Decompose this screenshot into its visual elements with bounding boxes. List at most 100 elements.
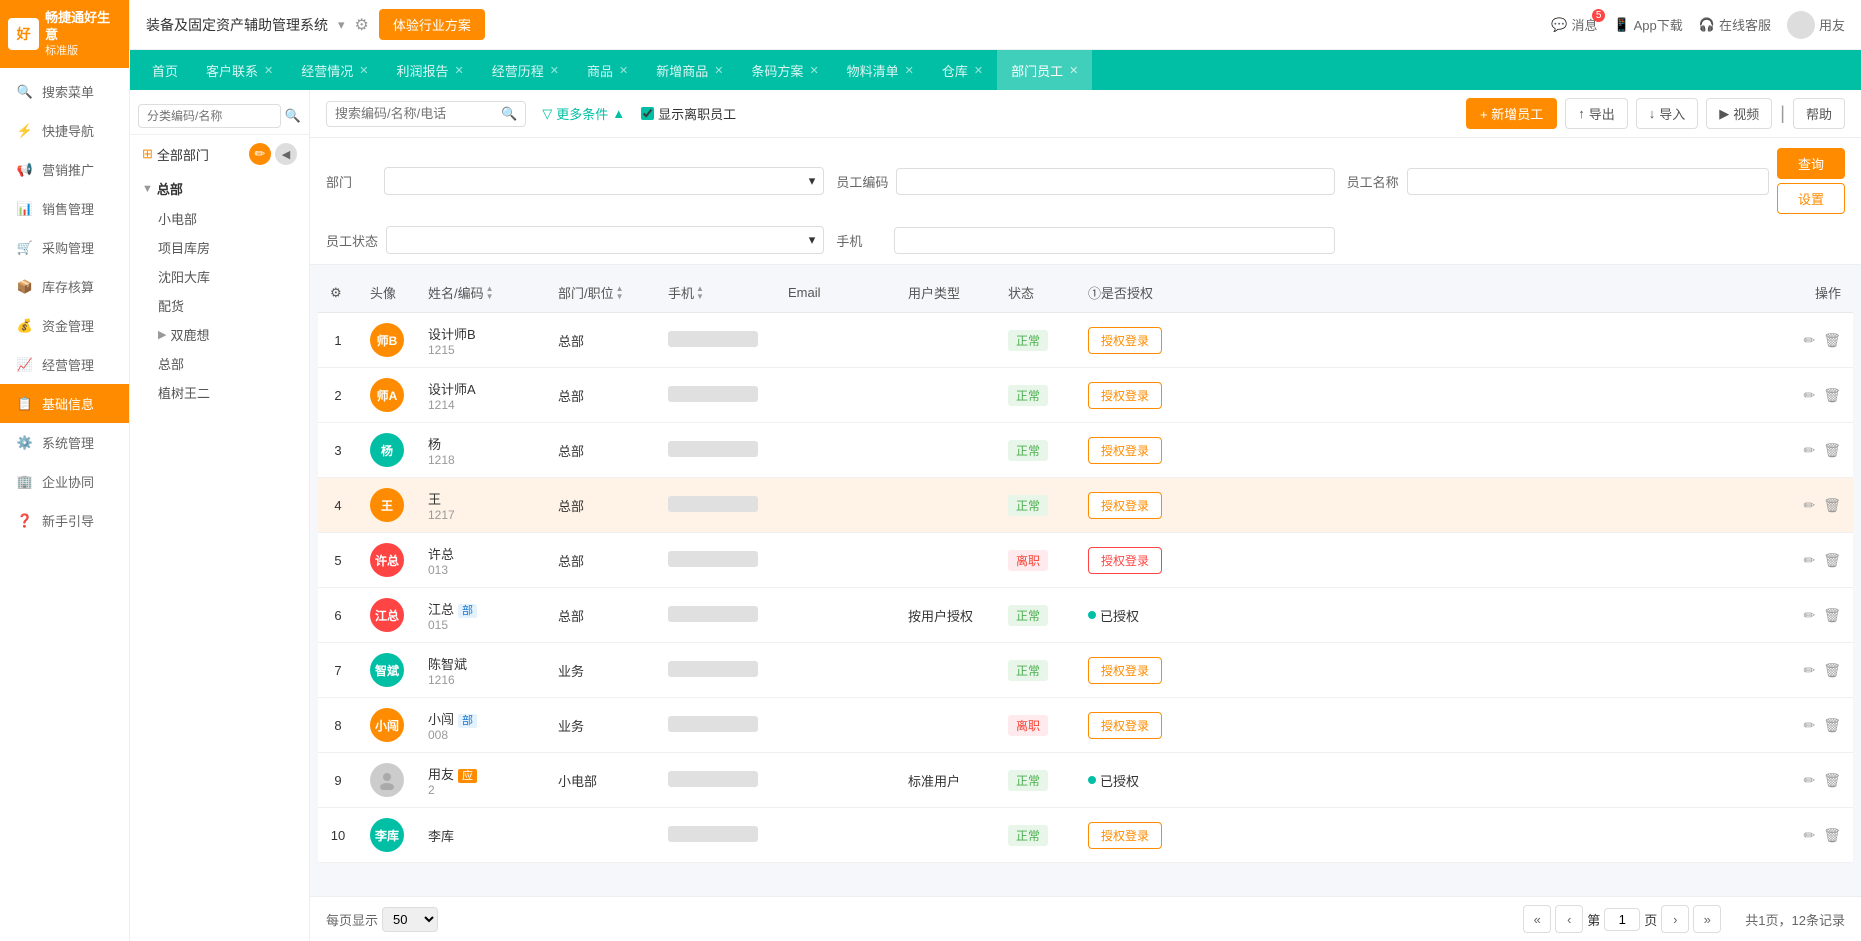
tab-operations-close[interactable]: ✕ [359, 64, 368, 77]
trial-button[interactable]: 体验行业方案 [379, 9, 485, 40]
edit-icon[interactable]: ✏ [1803, 497, 1815, 514]
export-button[interactable]: ↑ 导出 [1565, 98, 1628, 129]
dept-tree-item-shenyang[interactable]: 沈阳大库 [150, 262, 305, 291]
dept-edit-icon[interactable]: ✏ [249, 143, 271, 165]
show-resigned-checkbox[interactable]: 显示离职员工 [641, 104, 736, 123]
edit-icon[interactable]: ✏ [1803, 717, 1815, 734]
delete-icon[interactable]: 🗑 [1823, 662, 1841, 679]
tab-warehouse[interactable]: 仓库✕ [928, 50, 997, 90]
sidebar-item-sales[interactable]: 📊 销售管理 [0, 189, 129, 228]
dept-tree-item-shuanglu[interactable]: ▶ 双鹿想 [150, 320, 305, 349]
dept-tree-item-head[interactable]: ▼ 总部 [134, 173, 305, 204]
system-dropdown-icon[interactable]: ▾ [338, 17, 345, 33]
search-input[interactable] [335, 106, 495, 121]
set-button[interactable]: 设置 [1777, 183, 1845, 214]
last-page-btn[interactable]: » [1693, 905, 1721, 933]
edit-icon[interactable]: ✏ [1803, 442, 1815, 459]
tab-customer-close[interactable]: ✕ [264, 64, 273, 77]
emp-code-input[interactable] [896, 168, 1334, 195]
help-button[interactable]: 帮助 [1793, 98, 1845, 129]
dept-tree-item-zhishu[interactable]: 植树王二 [150, 378, 305, 407]
tab-barcode[interactable]: 条码方案✕ [737, 50, 832, 90]
auth-login-btn[interactable]: 授权登录 [1088, 547, 1162, 574]
sidebar-item-operations[interactable]: 📈 经营管理 [0, 345, 129, 384]
sidebar-item-quick[interactable]: ⚡ 快捷导航 [0, 111, 129, 150]
sidebar-item-search[interactable]: 🔍 搜索菜单 [0, 72, 129, 111]
tab-add-goods[interactable]: 新增商品✕ [642, 50, 737, 90]
tab-warehouse-close[interactable]: ✕ [974, 64, 983, 77]
column-settings-icon[interactable]: ⚙ [330, 285, 342, 300]
auth-login-btn[interactable]: 授权登录 [1088, 382, 1162, 409]
import-button[interactable]: ↓ 导入 [1636, 98, 1699, 129]
tab-journey[interactable]: 经营历程✕ [478, 50, 573, 90]
auth-login-btn[interactable]: 授权登录 [1088, 657, 1162, 684]
sidebar-item-marketing[interactable]: 📢 营销推广 [0, 150, 129, 189]
tab-employees-close[interactable]: ✕ [1069, 64, 1078, 77]
prev-page-btn[interactable]: ‹ [1555, 905, 1583, 933]
tab-bom-close[interactable]: ✕ [905, 64, 914, 77]
edit-icon[interactable]: ✏ [1803, 332, 1815, 349]
dept-search-input[interactable] [138, 104, 281, 128]
edit-icon[interactable]: ✏ [1803, 387, 1815, 404]
tab-journey-close[interactable]: ✕ [550, 64, 559, 77]
auth-login-btn[interactable]: 授权登录 [1088, 822, 1162, 849]
edit-icon[interactable]: ✏ [1803, 552, 1815, 569]
tab-customer[interactable]: 客户联系✕ [192, 50, 287, 90]
tab-profit-close[interactable]: ✕ [455, 64, 464, 77]
view-button[interactable]: ▶ 视频 [1706, 98, 1772, 129]
dept-collapse-icon[interactable]: ◀ [275, 143, 297, 165]
tab-barcode-close[interactable]: ✕ [809, 64, 818, 77]
auth-login-btn[interactable]: 授权登录 [1088, 492, 1162, 519]
auth-login-btn[interactable]: 授权登录 [1088, 437, 1162, 464]
online-service-btn[interactable]: 🎧 在线客服 [1699, 15, 1771, 34]
settings-icon[interactable]: ⚙ [355, 15, 369, 35]
delete-icon[interactable]: 🗑 [1823, 827, 1841, 844]
tab-profit[interactable]: 利润报告✕ [382, 50, 477, 90]
auth-login-btn[interactable]: 授权登录 [1088, 712, 1162, 739]
edit-icon[interactable]: ✏ [1803, 772, 1815, 789]
phone-input[interactable] [894, 227, 1334, 254]
tab-operations[interactable]: 经营情况✕ [287, 50, 382, 90]
sidebar-item-purchase[interactable]: 🛒 采购管理 [0, 228, 129, 267]
edit-icon[interactable]: ✏ [1803, 662, 1815, 679]
message-btn[interactable]: 💬 消息 5 [1551, 15, 1597, 34]
delete-icon[interactable]: 🗑 [1823, 552, 1841, 569]
next-page-btn[interactable]: › [1661, 905, 1689, 933]
more-conditions-btn[interactable]: ▽ 更多条件 ▲ [542, 104, 625, 123]
resigned-checkbox-input[interactable] [641, 107, 654, 120]
status-select[interactable]: ▾ [386, 226, 824, 254]
edit-icon[interactable]: ✏ [1803, 827, 1815, 844]
tab-goods[interactable]: 商品✕ [573, 50, 642, 90]
edit-icon[interactable]: ✏ [1803, 607, 1815, 624]
sidebar-item-basic[interactable]: 📋 基础信息 [0, 384, 129, 423]
delete-icon[interactable]: 🗑 [1823, 607, 1841, 624]
delete-icon[interactable]: 🗑 [1823, 717, 1841, 734]
dept-select[interactable]: ▾ [384, 167, 824, 195]
tab-employees[interactable]: 部门员工✕ [997, 50, 1092, 90]
add-employee-button[interactable]: + 新增员工 [1466, 98, 1557, 129]
search-icon[interactable]: 🔍 [501, 106, 517, 122]
first-page-btn[interactable]: « [1523, 905, 1551, 933]
page-number-input[interactable] [1604, 908, 1640, 931]
dept-tree-item-zongbu[interactable]: 总部 [150, 349, 305, 378]
dept-tree-item-peihu[interactable]: 配货 [150, 291, 305, 320]
search-button[interactable]: 查询 [1777, 148, 1845, 179]
delete-icon[interactable]: 🗑 [1823, 772, 1841, 789]
delete-icon[interactable]: 🗑 [1823, 497, 1841, 514]
delete-icon[interactable]: 🗑 [1823, 332, 1841, 349]
sidebar-item-finance[interactable]: 💰 资金管理 [0, 306, 129, 345]
tab-add-goods-close[interactable]: ✕ [714, 64, 723, 77]
auth-login-btn[interactable]: 授权登录 [1088, 327, 1162, 354]
per-page-select[interactable]: 50 20 100 [382, 907, 438, 932]
delete-icon[interactable]: 🗑 [1823, 387, 1841, 404]
dept-tree-item-xiaodian[interactable]: 小电部 [150, 204, 305, 233]
sidebar-item-inventory[interactable]: 📦 库存核算 [0, 267, 129, 306]
sidebar-item-guide[interactable]: ❓ 新手引导 [0, 501, 129, 540]
app-download-btn[interactable]: 📱 App下载 [1613, 15, 1682, 34]
tab-home[interactable]: 首页 [138, 50, 192, 90]
tab-goods-close[interactable]: ✕ [619, 64, 628, 77]
dept-tree-item-project[interactable]: 项目库房 [150, 233, 305, 262]
dept-search-icon[interactable]: 🔍 [285, 108, 301, 124]
emp-name-input[interactable] [1407, 168, 1769, 195]
user-menu[interactable]: 用友 [1787, 11, 1845, 39]
